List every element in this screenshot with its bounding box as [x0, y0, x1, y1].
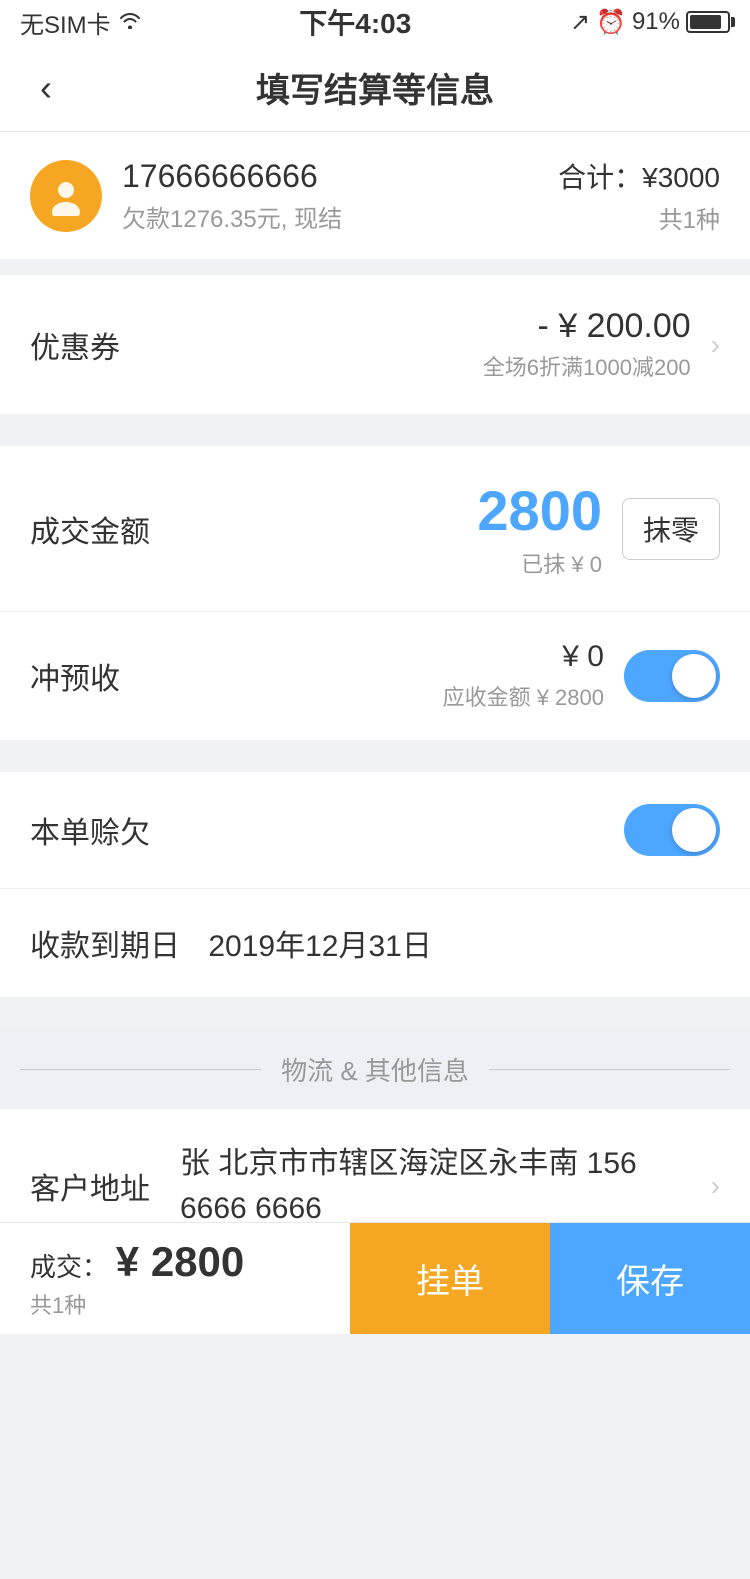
toggle-knob [672, 654, 716, 698]
customer-left: 17666666666 欠款1276.35元, 现结 [30, 158, 342, 234]
deal-amount-right: 2800 已抹 ¥ 0 抹零 [477, 478, 720, 579]
customer-card: 17666666666 欠款1276.35元, 现结 合计：¥3000 共1种 [0, 132, 750, 259]
duedate-value: 2019年12月31日 [208, 930, 431, 963]
avatar [30, 160, 102, 232]
deal-amount-section: 成交金额 2800 已抹 ¥ 0 抹零 冲预收 ¥ 0 应收金额 ¥ 2800 [0, 446, 750, 740]
total-label: 合计： [558, 162, 642, 193]
battery-icon [686, 11, 730, 33]
coupon-label: 优惠券 [30, 323, 120, 367]
total-count: 共1种 [558, 200, 720, 235]
status-bar: 无SIM卡 下午4:03 ↗ ⏰ 91% [0, 0, 750, 44]
deal-amount-row: 成交金额 2800 已抹 ¥ 0 抹零 [0, 446, 750, 611]
round-zero-button[interactable]: 抹零 [622, 498, 720, 560]
deal-amount-sub: 已抹 ¥ 0 [477, 547, 602, 579]
customer-phone: 17666666666 [122, 158, 342, 195]
chong-label: 冲预收 [30, 654, 120, 698]
chong-row: 冲预收 ¥ 0 应收金额 ¥ 2800 [0, 612, 750, 740]
logistics-divider: 物流 & 其他信息 [0, 1029, 750, 1109]
bottom-deal-label: 成交： [30, 1252, 108, 1282]
sheqian-section: 本单赊欠 收款到期日 2019年12月31日 [0, 772, 750, 997]
coupon-row[interactable]: 优惠券 - ¥ 200.00 全场6折满1000减200 › [0, 275, 750, 414]
coupon-section: 优惠券 - ¥ 200.00 全场6折满1000减200 › [0, 275, 750, 414]
bottom-deal-amount: ¥ 2800 [116, 1238, 244, 1285]
sheqian-toggle-knob [672, 808, 716, 852]
content-area: 17666666666 欠款1276.35元, 现结 合计：¥3000 共1种 … [0, 132, 750, 1579]
separator3 [0, 1013, 750, 1029]
chong-right: ¥ 0 应收金额 ¥ 2800 [443, 640, 604, 712]
bottom-btn-group: 挂单 保存 [350, 1223, 750, 1334]
back-button[interactable]: ‹ [30, 57, 62, 119]
carrier-label: 无SIM卡 [20, 5, 111, 40]
total-value: ¥3000 [642, 162, 720, 193]
coupon-desc: 全场6折满1000减200 [483, 350, 691, 382]
location-icon: ↗ [570, 8, 590, 37]
bottom-bar: 成交： ¥ 2800 共1种 挂单 保存 [0, 1222, 750, 1334]
duedate-label: 收款到期日 [30, 930, 180, 963]
total-label-value: 合计：¥3000 [558, 156, 720, 196]
customer-debt: 欠款1276.35元, 现结 [122, 199, 342, 234]
divider-text: 物流 & 其他信息 [281, 1051, 469, 1088]
hang-button[interactable]: 挂单 [350, 1223, 550, 1334]
customer-right: 合计：¥3000 共1种 [558, 156, 720, 235]
bottom-deal-row: 成交： ¥ 2800 [30, 1238, 320, 1286]
address-chevron-icon: › [711, 1170, 720, 1202]
separator2 [0, 756, 750, 772]
battery-percent: 91% [632, 8, 680, 36]
bottom-deal-count: 共1种 [30, 1288, 320, 1320]
bottom-summary: 成交： ¥ 2800 共1种 [0, 1238, 350, 1320]
save-button[interactable]: 保存 [550, 1223, 750, 1334]
address-label: 客户地址 [30, 1164, 150, 1208]
page-title: 填写结算等信息 [256, 63, 494, 112]
divider-line-right [489, 1069, 730, 1070]
duedate-row: 收款到期日 2019年12月31日 [0, 889, 750, 997]
chong-receivable: 应收金额 ¥ 2800 [443, 680, 604, 712]
customer-info: 17666666666 欠款1276.35元, 现结 [122, 158, 342, 234]
deal-amount-label: 成交金额 [30, 507, 150, 551]
deal-amount-value: 2800 [477, 478, 602, 543]
alarm-icon: ⏰ [596, 8, 626, 37]
address-value: 张 北京市市辖区海淀区永丰南 156 6666 6666 [180, 1141, 695, 1231]
chong-amount: ¥ 0 [562, 640, 604, 674]
wifi-icon [119, 8, 141, 36]
chong-toggle[interactable] [624, 650, 720, 702]
status-left: 无SIM卡 [20, 5, 141, 40]
status-time: 下午4:03 [299, 2, 411, 42]
coupon-amount: - ¥ 200.00 [483, 307, 691, 346]
sheqian-toggle[interactable] [624, 804, 720, 856]
nav-bar: ‹ 填写结算等信息 [0, 44, 750, 132]
separator1 [0, 430, 750, 446]
coupon-right: - ¥ 200.00 全场6折满1000减200 › [483, 307, 720, 382]
duedate-content: 收款到期日 2019年12月31日 [30, 930, 432, 963]
sheqian-row: 本单赊欠 [0, 772, 750, 888]
sheqian-label: 本单赊欠 [30, 808, 150, 852]
status-right: ↗ ⏰ 91% [570, 8, 730, 37]
divider-line-left [20, 1069, 261, 1070]
chevron-right-icon: › [711, 329, 720, 361]
